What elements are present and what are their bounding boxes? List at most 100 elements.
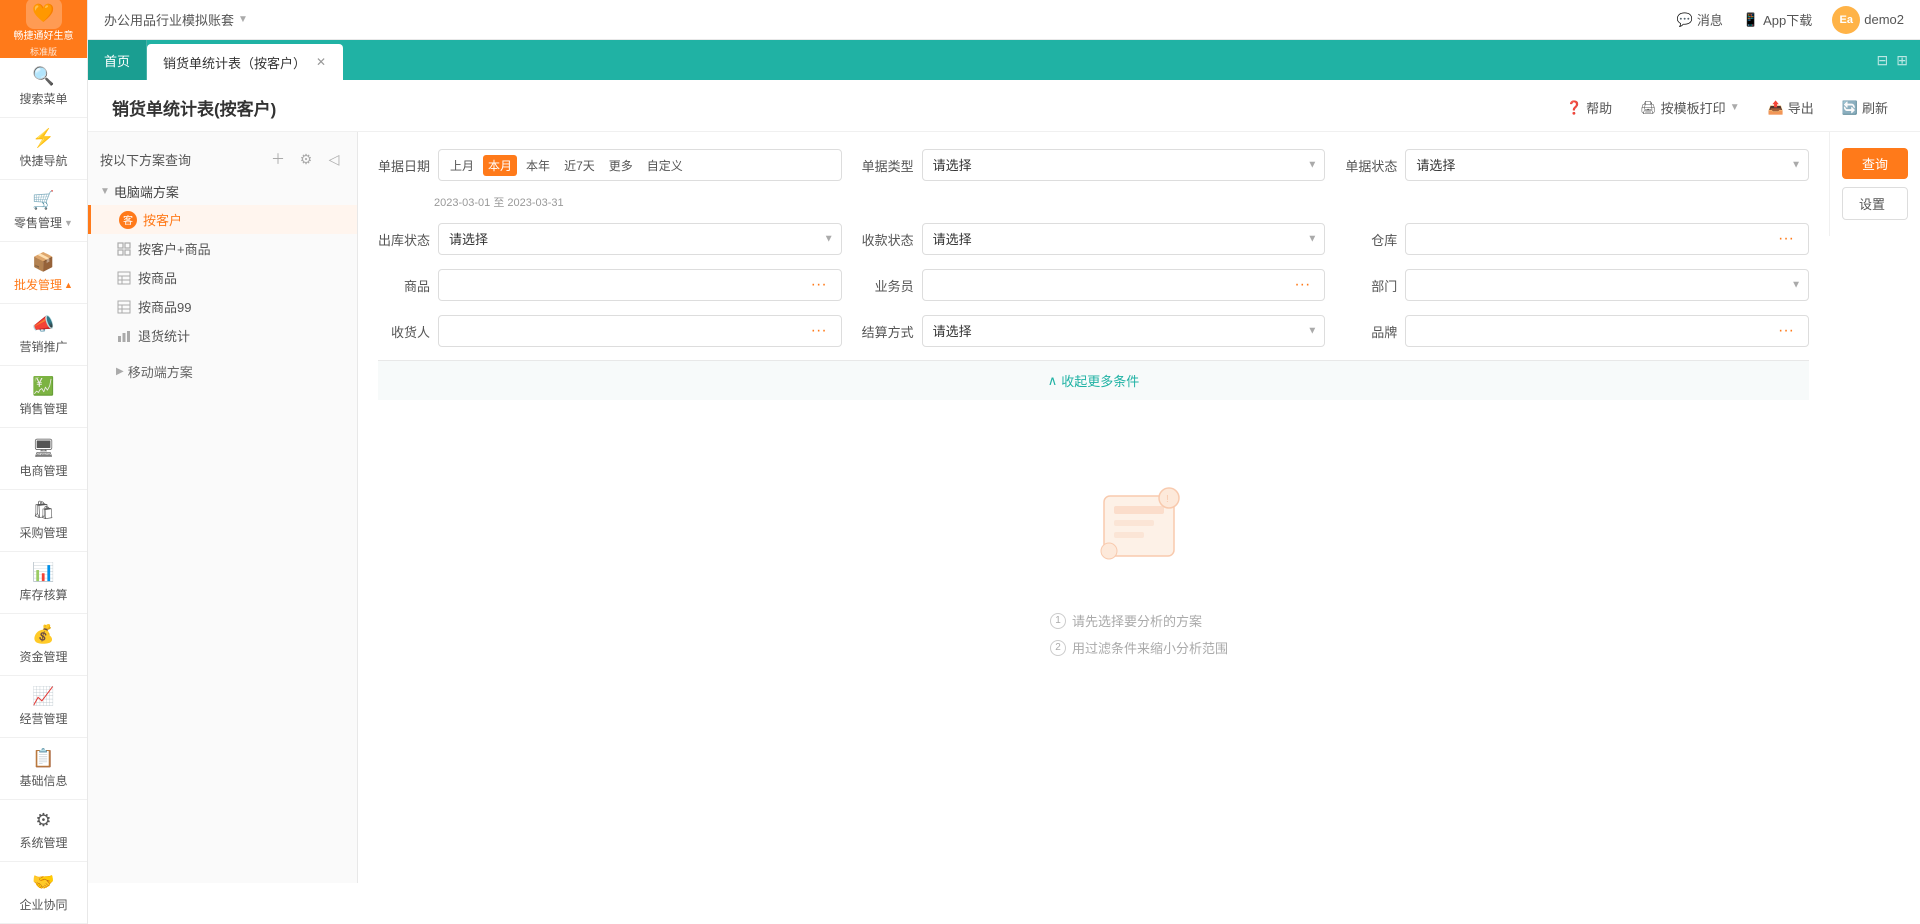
doc-type-select-wrapper: 请选择 ▼ <box>922 149 1326 181</box>
recipient-input[interactable]: ··· <box>438 315 842 347</box>
add-scheme-btn[interactable]: ＋ <box>267 148 289 170</box>
collapse-filters-btn[interactable]: ∧ 收起更多条件 <box>378 360 1809 400</box>
user-menu[interactable]: Ea demo2 <box>1832 6 1904 34</box>
dept-select[interactable] <box>1405 269 1809 301</box>
dept-label: 部门 <box>1345 276 1397 295</box>
tree-group-header-mobile[interactable]: ▶ 移动端方案 <box>88 358 357 385</box>
sidebar-item-search[interactable]: 🔍 搜索菜单 <box>0 56 88 118</box>
sidebar-item-collab[interactable]: 🤝 企业协同 <box>0 862 88 924</box>
chevron-up-icon: ▲ <box>64 280 73 290</box>
sidebar-item-sales[interactable]: 💹 销售管理 <box>0 366 88 428</box>
finance-icon: 💰 <box>32 624 54 645</box>
app-download-btn[interactable]: 📱 App下载 <box>1743 10 1812 29</box>
date-range-display: 2023-03-01 至 2023-03-31 <box>434 194 564 210</box>
main-area: 办公用品行业模拟账套 ▼ 💬 消息 📱 App下载 Ea demo2 首页 销货… <box>88 0 1920 924</box>
sidebar-item-retail[interactable]: 🛒 零售管理 ▼ <box>0 180 88 242</box>
print-btn[interactable]: 🖨 按模板打印 ▼ <box>1632 94 1747 121</box>
empty-tip-2: 2 用过滤条件来缩小分析范围 <box>1050 638 1228 657</box>
basic-icon: 📋 <box>32 748 54 769</box>
panel-title: 按以下方案查询 <box>100 150 261 169</box>
message-btn[interactable]: 💬 消息 <box>1677 10 1723 29</box>
sidebar-item-purchase[interactable]: 🛍 采购管理 <box>0 490 88 552</box>
settings-scheme-btn[interactable]: ⚙ <box>295 148 317 170</box>
doc-status-select[interactable]: 请选择 <box>1405 149 1809 181</box>
tab-home[interactable]: 首页 <box>88 40 147 80</box>
date-this-year-btn[interactable]: 本年 <box>521 155 555 176</box>
account-selector[interactable]: 办公用品行业模拟账套 ▼ <box>104 10 248 29</box>
warehouse-input[interactable]: ··· <box>1405 223 1809 255</box>
tree-item-by-customer[interactable]: 客 按客户 <box>88 205 357 234</box>
sidebar-item-basic[interactable]: 📋 基础信息 <box>0 738 88 800</box>
table2-icon <box>116 299 132 315</box>
table-icon <box>116 270 132 286</box>
brand-label: 品牌 <box>1345 322 1397 341</box>
topbar-right: 💬 消息 📱 App下载 Ea demo2 <box>1677 6 1904 34</box>
goods-input[interactable]: ··· <box>438 269 842 301</box>
brand-input[interactable]: ··· <box>1405 315 1809 347</box>
tree-group-header-desktop[interactable]: ▼ 电脑端方案 <box>88 178 357 205</box>
sidebar-item-ecommerce[interactable]: 🖥 电商管理 <box>0 428 88 490</box>
sidebar-item-operations[interactable]: 📈 经营管理 <box>0 676 88 738</box>
payment-status-wrapper: 请选择 ▼ <box>922 223 1326 255</box>
minimize-icon[interactable]: ⊟ <box>1877 52 1889 69</box>
filter-section: 单据日期 上月 本月 本年 近7天 更多 自定义 <box>358 132 1920 416</box>
doc-status-label: 单据状态 <box>1345 156 1397 175</box>
tree-item-by-goods[interactable]: 按商品 <box>88 263 357 292</box>
help-icon: ❓ <box>1566 100 1582 116</box>
sidebar-item-label: 经营管理 <box>19 710 67 727</box>
ecommerce-icon: 🖥 <box>32 438 55 459</box>
tree-group-mobile: ▶ 移动端方案 <box>88 358 357 393</box>
sidebar-item-finance[interactable]: 💰 资金管理 <box>0 614 88 676</box>
settlement-wrapper: 请选择 ▼ <box>922 315 1326 347</box>
export-btn[interactable]: 📤 导出 <box>1760 94 1822 121</box>
more-icon: ··· <box>1774 322 1798 340</box>
tree-item-by-goods-99[interactable]: 按商品99 <box>88 292 357 321</box>
date-7days-btn[interactable]: 近7天 <box>559 155 600 176</box>
app-logo[interactable]: 🧡 畅捷通好生意 标准版 <box>0 0 88 56</box>
home-tab-label: 首页 <box>104 51 130 70</box>
goods-label: 商品 <box>378 276 430 295</box>
query-btn[interactable]: 查询 <box>1842 148 1908 179</box>
marketing-icon: 📣 <box>32 314 54 335</box>
tree-item-label: 按客户 <box>143 210 182 229</box>
add-icon: ＋ <box>271 149 285 169</box>
tab-sales-stat[interactable]: 销货单统计表（按客户） ✕ <box>147 44 343 80</box>
empty-tip-1: 1 请先选择要分析的方案 <box>1050 611 1228 630</box>
tree-item-by-customer-goods[interactable]: 按客户+商品 <box>88 234 357 263</box>
date-more-btn[interactable]: 更多 <box>604 155 638 176</box>
recipient-label: 收货人 <box>378 322 430 341</box>
empty-tips: 1 请先选择要分析的方案 2 用过滤条件来缩小分析范围 <box>1050 611 1228 657</box>
panel-header: 按以下方案查询 ＋ ⚙ ◁ <box>88 144 357 178</box>
sidebar-item-quick-nav[interactable]: ⚡ 快捷导航 <box>0 118 88 180</box>
group-name-mobile: 移动端方案 <box>128 362 193 381</box>
close-icon[interactable]: ✕ <box>316 55 326 69</box>
date-filter[interactable]: 上月 本月 本年 近7天 更多 自定义 <box>438 149 842 181</box>
sidebar-item-system[interactable]: ⚙ 系统管理 <box>0 800 88 862</box>
settlement-select[interactable]: 请选择 <box>922 315 1326 347</box>
sidebar-item-inventory[interactable]: 📊 库存核算 <box>0 552 88 614</box>
payment-status-select[interactable]: 请选择 <box>922 223 1326 255</box>
filter-panel: 单据日期 上月 本月 本年 近7天 更多 自定义 <box>358 132 1829 416</box>
bar-chart-icon <box>116 328 132 344</box>
tree-item-return-stats[interactable]: 退货统计 <box>88 321 357 350</box>
maximize-icon[interactable]: ⊞ <box>1896 52 1908 69</box>
settings-btn[interactable]: 设置 <box>1842 187 1908 220</box>
collapse-panel-btn[interactable]: ◁ <box>323 148 345 170</box>
app-name: 畅捷通好生意 <box>14 31 74 43</box>
sidebar-item-label: 采购管理 <box>19 524 67 541</box>
out-status-select[interactable]: 请选择 <box>438 223 842 255</box>
date-this-month-btn[interactable]: 本月 <box>483 155 517 176</box>
date-prev-month-btn[interactable]: 上月 <box>445 155 479 176</box>
doc-type-select[interactable]: 请选择 <box>922 149 1326 181</box>
salesperson-input[interactable]: ··· <box>922 269 1326 301</box>
collapse-icon: ◁ <box>329 151 340 168</box>
sidebar-item-marketing[interactable]: 📣 营销推广 <box>0 304 88 366</box>
out-status-label: 出库状态 <box>378 230 430 249</box>
sidebar-item-label: 基础信息 <box>19 772 67 789</box>
refresh-btn[interactable]: 🔄 刷新 <box>1834 94 1896 121</box>
sidebar-item-wholesale[interactable]: 📦 批发管理 ▲ <box>0 242 88 304</box>
tip-num-1: 1 <box>1050 613 1066 629</box>
date-custom-btn[interactable]: 自定义 <box>642 155 688 176</box>
sidebar: 🧡 畅捷通好生意 标准版 🔍 搜索菜单 ⚡ 快捷导航 🛒 零售管理 ▼ 📦 批发… <box>0 0 88 924</box>
help-btn[interactable]: ❓ 帮助 <box>1558 94 1620 121</box>
